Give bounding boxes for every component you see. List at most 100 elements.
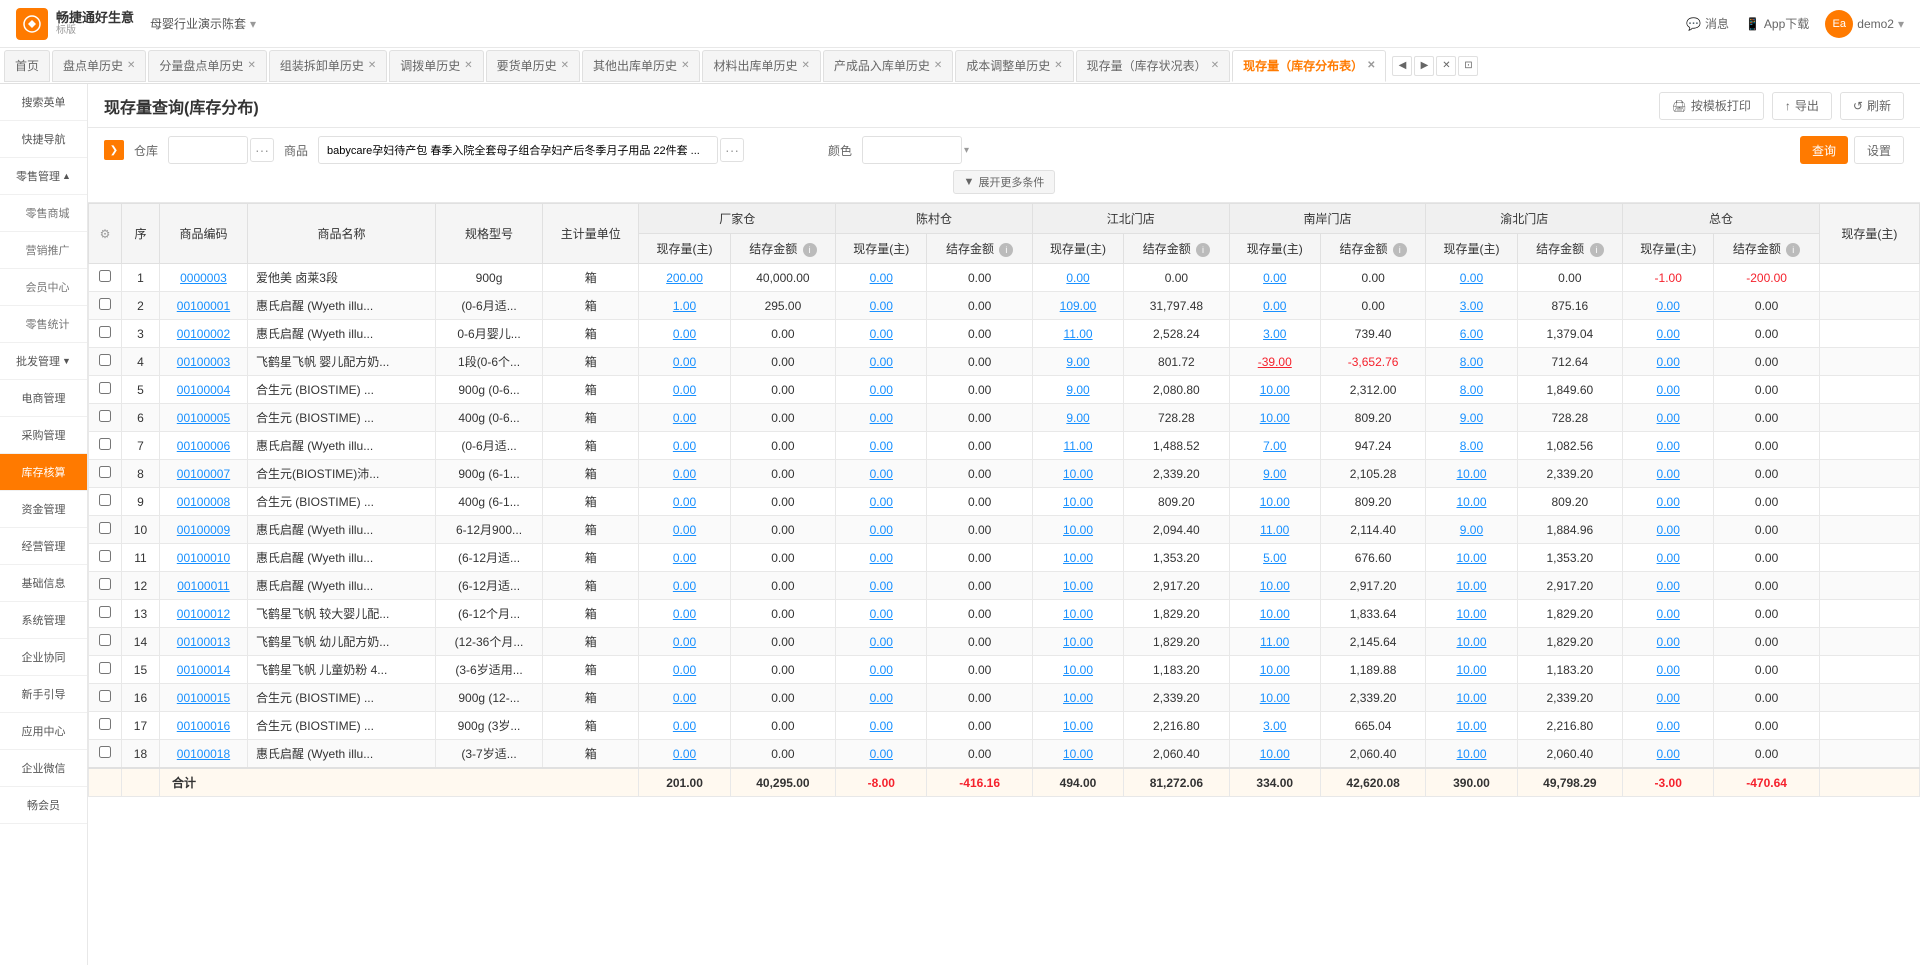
cell-t-qty[interactable]: 0.00 [1623,460,1714,488]
cell-checkbox[interactable] [89,404,122,432]
cell-code[interactable]: 00100018 [159,740,247,769]
cell-yb-qty[interactable]: 10.00 [1426,572,1517,600]
cell-f-qty[interactable]: 0.00 [639,348,730,376]
cell-checkbox[interactable] [89,684,122,712]
cell-f-qty[interactable]: 0.00 [639,600,730,628]
product-dots-btn[interactable]: ··· [720,138,744,162]
cell-c-qty[interactable]: 0.00 [836,516,927,544]
cell-checkbox[interactable] [89,376,122,404]
cell-c-qty[interactable]: 0.00 [836,488,927,516]
tab-close-icon[interactable]: ✕ [464,60,472,71]
info-icon[interactable]: i [1196,243,1210,257]
cell-c-qty[interactable]: 0.00 [836,460,927,488]
sidebar-item-finance[interactable]: 资金管理 [0,491,87,528]
cell-c-qty[interactable]: 0.00 [836,656,927,684]
cell-yb-qty[interactable]: 10.00 [1426,628,1517,656]
print-btn[interactable]: 🖨按模板打印 [1659,92,1764,120]
cell-c-qty[interactable]: 0.00 [836,348,927,376]
cell-yb-qty[interactable]: 9.00 [1426,404,1517,432]
settings-btn[interactable]: 设置 [1854,136,1904,164]
warehouse-dots-btn[interactable]: ··· [250,138,274,162]
cell-t-qty[interactable]: 0.00 [1623,292,1714,320]
cell-yb-qty[interactable]: 10.00 [1426,740,1517,769]
tab-stock-history[interactable]: 盘点单历史 ✕ [52,50,146,82]
sidebar-item-newbie[interactable]: 新手引导 [0,676,87,713]
cell-checkbox[interactable] [89,600,122,628]
app-download-btn[interactable]: 📱 App下载 [1745,15,1809,32]
tab-close-icon[interactable]: ✕ [368,60,376,71]
sidebar-item-retail-mall[interactable]: 零售商城 [0,195,87,232]
cell-t-qty[interactable]: 0.00 [1623,544,1714,572]
cell-yb-qty[interactable]: 10.00 [1426,656,1517,684]
tab-product-in[interactable]: 产成品入库单历史 ✕ [823,50,953,82]
tab-split-stock[interactable]: 分量盘点单历史 ✕ [148,50,266,82]
cell-t-qty[interactable]: 0.00 [1623,684,1714,712]
cell-yb-qty[interactable]: 9.00 [1426,516,1517,544]
filter-toggle-btn[interactable]: ❯ [104,140,124,160]
user-area[interactable]: Ea demo2 ▾ [1825,10,1904,38]
cell-c-qty[interactable]: 0.00 [836,572,927,600]
cell-f-qty[interactable]: 0.00 [639,320,730,348]
cell-t-qty[interactable]: 0.00 [1623,572,1714,600]
message-btn[interactable]: 💬 消息 [1686,15,1729,32]
cell-yb-qty[interactable]: 10.00 [1426,712,1517,740]
cell-c-qty[interactable]: 0.00 [836,264,927,292]
cell-jb-qty[interactable]: 0.00 [1032,264,1123,292]
tab-close-icon[interactable]: ✕ [247,60,255,71]
info-icon[interactable]: i [803,243,817,257]
cell-yb-qty[interactable]: 10.00 [1426,488,1517,516]
tab-transfer[interactable]: 调拨单历史 ✕ [389,50,483,82]
cell-jb-qty[interactable]: 10.00 [1032,460,1123,488]
cell-code[interactable]: 00100002 [159,320,247,348]
cell-checkbox[interactable] [89,264,122,292]
cell-code[interactable]: 00100016 [159,712,247,740]
cell-na-qty[interactable]: 7.00 [1229,432,1320,460]
tab-stock-status[interactable]: 现存量（库存状况表） ✕ [1076,50,1230,82]
cell-checkbox[interactable] [89,712,122,740]
cell-f-qty[interactable]: 0.00 [639,460,730,488]
cell-t-qty[interactable]: 0.00 [1623,712,1714,740]
tab-expand-btn[interactable]: ⊡ [1458,56,1478,76]
cell-jb-qty[interactable]: 10.00 [1032,740,1123,769]
cell-jb-qty[interactable]: 10.00 [1032,712,1123,740]
export-btn[interactable]: ↑ 导出 [1772,92,1832,120]
cell-yb-qty[interactable]: 8.00 [1426,376,1517,404]
cell-c-qty[interactable]: 0.00 [836,292,927,320]
cell-na-qty[interactable]: 5.00 [1229,544,1320,572]
cell-c-qty[interactable]: 0.00 [836,600,927,628]
cell-code[interactable]: 00100011 [159,572,247,600]
cell-code[interactable]: 00100005 [159,404,247,432]
cell-c-qty[interactable]: 0.00 [836,628,927,656]
cell-c-qty[interactable]: 0.00 [836,712,927,740]
tab-close-icon[interactable]: ✕ [1054,60,1062,71]
cell-jb-qty[interactable]: 9.00 [1032,348,1123,376]
cell-na-qty[interactable]: 0.00 [1229,264,1320,292]
sidebar-item-purchase[interactable]: 采购管理 [0,417,87,454]
cell-yb-qty[interactable]: 10.00 [1426,544,1517,572]
cell-jb-qty[interactable]: 11.00 [1032,320,1123,348]
cell-t-qty[interactable]: 0.00 [1623,320,1714,348]
cell-checkbox[interactable] [89,432,122,460]
cell-code[interactable]: 00100001 [159,292,247,320]
cell-checkbox[interactable] [89,348,122,376]
cell-c-qty[interactable]: 0.00 [836,740,927,769]
sidebar-item-member-plus[interactable]: 畅会员 [0,787,87,824]
tab-close-icon[interactable]: ✕ [934,60,942,71]
tab-stock-dist[interactable]: 现存量（库存分布表） ✕ [1232,50,1386,82]
sidebar-item-nav[interactable]: 快捷导航 [0,121,87,158]
cell-code[interactable]: 00100014 [159,656,247,684]
tab-close-all-btn[interactable]: ✕ [1436,56,1456,76]
cell-t-qty[interactable]: 0.00 [1623,348,1714,376]
cell-checkbox[interactable] [89,628,122,656]
tab-close-icon[interactable]: ✕ [127,60,135,71]
sidebar-item-marketing[interactable]: 营销推广 [0,232,87,269]
gear-icon[interactable]: ⚙ [97,226,113,242]
cell-na-qty[interactable]: 10.00 [1229,600,1320,628]
cell-t-qty[interactable]: 0.00 [1623,600,1714,628]
cell-code[interactable]: 00100007 [159,460,247,488]
cell-t-qty[interactable]: 0.00 [1623,740,1714,769]
cell-checkbox[interactable] [89,460,122,488]
cell-c-qty[interactable]: 0.00 [836,376,927,404]
th-gear[interactable]: ⚙ [89,204,122,264]
cell-code[interactable]: 00100004 [159,376,247,404]
